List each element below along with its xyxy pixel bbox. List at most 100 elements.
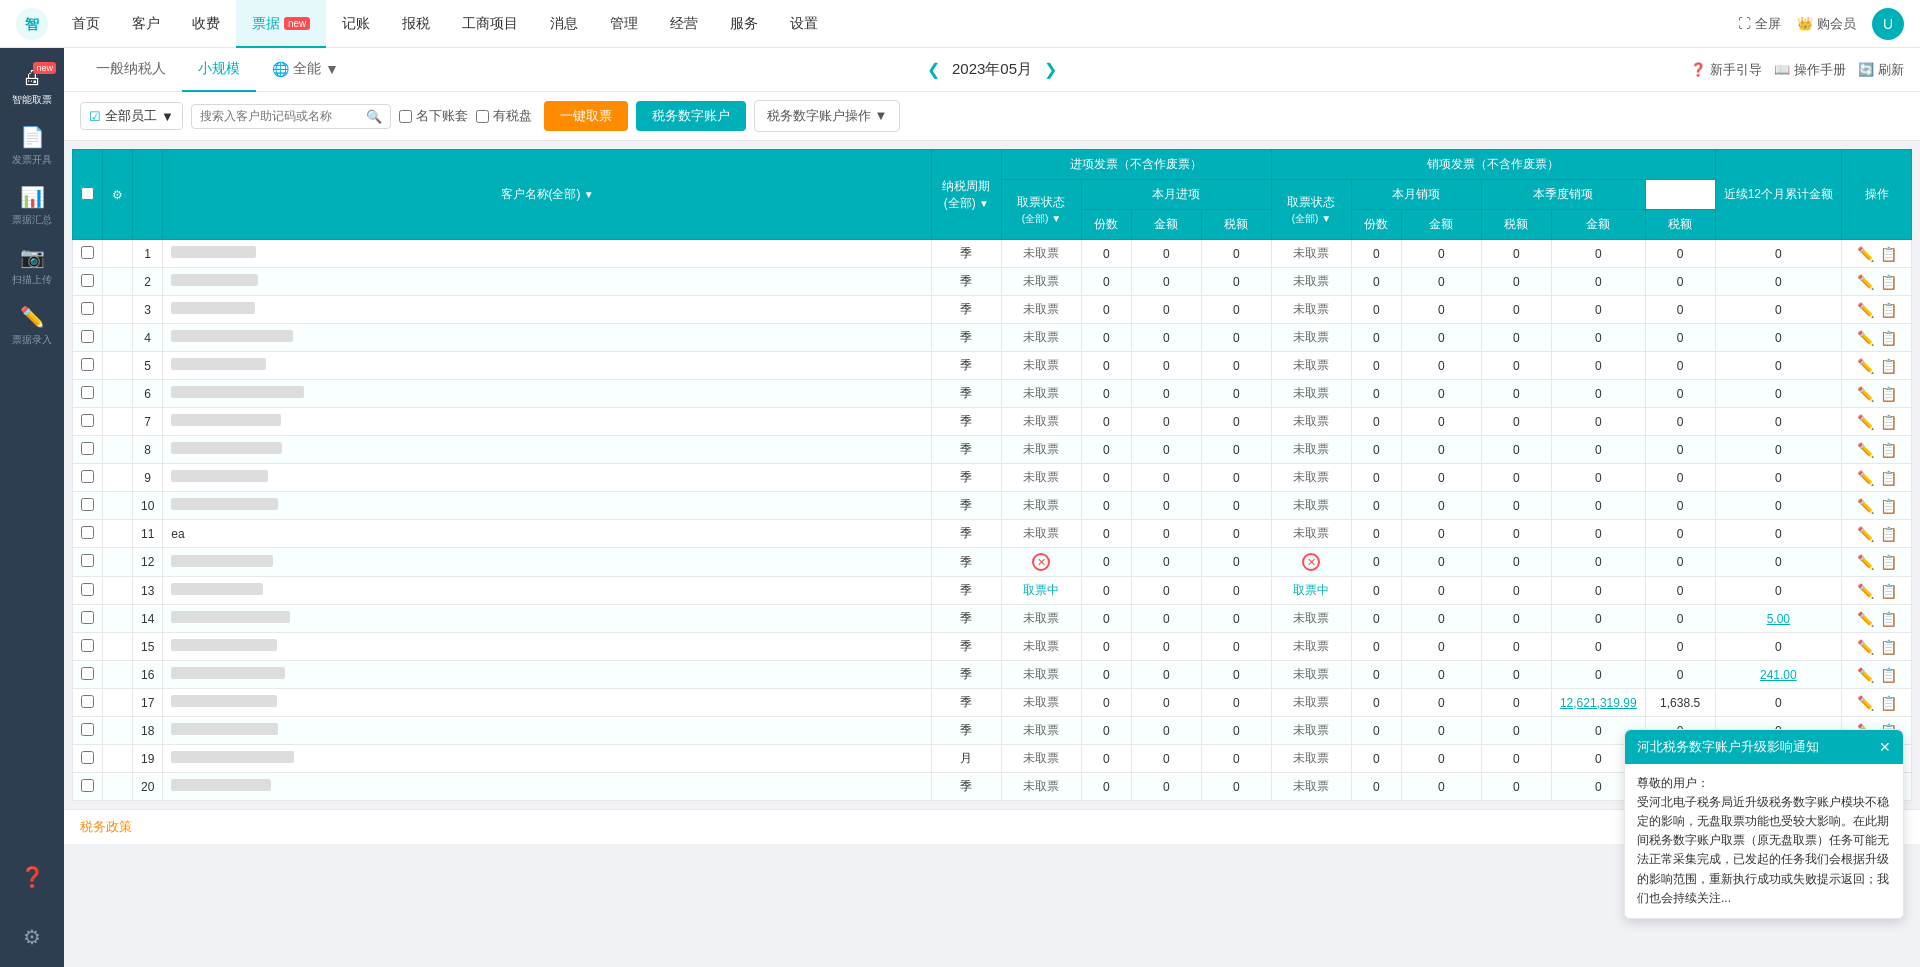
- row-checkbox[interactable]: [81, 667, 94, 680]
- sidebar-item-openinvoice[interactable]: 📄 发票开具: [0, 116, 64, 176]
- search-icon[interactable]: 🔍: [366, 109, 382, 124]
- sidebar-item-scan[interactable]: 📷 扫描上传: [0, 236, 64, 296]
- edit-icon[interactable]: ✏️: [1857, 302, 1874, 318]
- copy-icon[interactable]: 📋: [1880, 470, 1897, 486]
- copy-icon[interactable]: 📋: [1880, 274, 1897, 290]
- row-checkbox[interactable]: [81, 302, 94, 315]
- edit-icon[interactable]: ✏️: [1857, 498, 1874, 514]
- nav-manage[interactable]: 管理: [594, 0, 654, 48]
- taxdisk-checkbox[interactable]: [476, 110, 489, 123]
- row-checkbox[interactable]: [81, 330, 94, 343]
- nav-tax[interactable]: 报税: [386, 0, 446, 48]
- sidebar-item-help[interactable]: ❓: [0, 847, 64, 907]
- tab-all[interactable]: 🌐 全能 ▼: [256, 48, 355, 92]
- nav-accounting[interactable]: 记账: [326, 0, 386, 48]
- row-checkbox[interactable]: [81, 274, 94, 287]
- row-checkbox[interactable]: [81, 583, 94, 596]
- row-checkbox[interactable]: [81, 442, 94, 455]
- edit-icon[interactable]: ✏️: [1857, 274, 1874, 290]
- edit-icon[interactable]: ✏️: [1857, 611, 1874, 627]
- copy-icon[interactable]: 📋: [1880, 695, 1897, 711]
- refresh-btn[interactable]: 🔄 刷新: [1858, 61, 1904, 79]
- copy-icon[interactable]: 📋: [1880, 498, 1897, 514]
- copy-icon[interactable]: 📋: [1880, 611, 1897, 627]
- sidebar-item-summary[interactable]: 📊 票据汇总: [0, 176, 64, 236]
- notif-close-btn[interactable]: ✕: [1879, 739, 1891, 755]
- edit-icon[interactable]: ✏️: [1857, 667, 1874, 683]
- row-checkbox[interactable]: [81, 611, 94, 624]
- nav-invoice[interactable]: 票据 new: [236, 0, 326, 48]
- row-checkbox[interactable]: [81, 779, 94, 792]
- nav-business[interactable]: 工商项目: [446, 0, 534, 48]
- ledger-checkbox[interactable]: [399, 110, 412, 123]
- tax-policy-link[interactable]: 税务政策: [80, 818, 132, 836]
- tab-small-scale[interactable]: 小规模: [182, 48, 256, 92]
- row-checkbox[interactable]: [81, 639, 94, 652]
- digital-account-op-btn[interactable]: 税务数字账户操作 ▼: [754, 100, 900, 132]
- select-all-checkbox[interactable]: [81, 187, 94, 200]
- edit-icon[interactable]: ✏️: [1857, 695, 1874, 711]
- copy-icon[interactable]: 📋: [1880, 358, 1897, 374]
- edit-icon[interactable]: ✏️: [1857, 526, 1874, 542]
- edit-icon[interactable]: ✏️: [1857, 330, 1874, 346]
- copy-icon[interactable]: 📋: [1880, 330, 1897, 346]
- copy-icon[interactable]: 📋: [1880, 414, 1897, 430]
- sidebar-item-settings[interactable]: ⚙: [0, 907, 64, 967]
- copy-icon[interactable]: 📋: [1880, 667, 1897, 683]
- edit-icon[interactable]: ✏️: [1857, 470, 1874, 486]
- edit-icon[interactable]: ✏️: [1857, 639, 1874, 655]
- ledger-checkbox-label[interactable]: 名下账套: [399, 107, 468, 125]
- edit-icon[interactable]: ✏️: [1857, 414, 1874, 430]
- copy-icon[interactable]: 📋: [1880, 554, 1897, 570]
- copy-icon[interactable]: 📋: [1880, 639, 1897, 655]
- sidebar-item-smartticket[interactable]: 🖨 智能取票 new: [0, 56, 64, 116]
- copy-icon[interactable]: 📋: [1880, 246, 1897, 262]
- search-input[interactable]: [200, 109, 366, 123]
- taxdisk-checkbox-label[interactable]: 有税盘: [476, 107, 532, 125]
- edit-icon[interactable]: ✏️: [1857, 358, 1874, 374]
- row-checkbox[interactable]: [81, 695, 94, 708]
- manual-btn[interactable]: 📖 操作手册: [1774, 61, 1846, 79]
- digital-account-btn[interactable]: 税务数字账户: [636, 101, 746, 131]
- copy-icon[interactable]: 📋: [1880, 302, 1897, 318]
- employee-select[interactable]: ☑ 全部员工 ▼: [80, 102, 183, 130]
- copy-icon[interactable]: 📋: [1880, 386, 1897, 402]
- income-header: 进项发票（不含作废票）: [1001, 150, 1271, 180]
- nav-service[interactable]: 服务: [714, 0, 774, 48]
- nav-operation[interactable]: 经营: [654, 0, 714, 48]
- fullscreen-btn[interactable]: ⛶ 全屏: [1738, 15, 1781, 33]
- tab-general-taxpayer[interactable]: 一般纳税人: [80, 48, 182, 92]
- row-checkbox[interactable]: [81, 414, 94, 427]
- row-checkbox[interactable]: [81, 723, 94, 736]
- row-checkbox[interactable]: [81, 470, 94, 483]
- copy-icon[interactable]: 📋: [1880, 442, 1897, 458]
- edit-icon[interactable]: ✏️: [1857, 583, 1874, 599]
- row-out-count: 0: [1351, 352, 1401, 380]
- edit-icon[interactable]: ✏️: [1857, 246, 1874, 262]
- nav-customer[interactable]: 客户: [116, 0, 176, 48]
- row-checkbox[interactable]: [81, 526, 94, 539]
- row-checkbox[interactable]: [81, 246, 94, 259]
- member-btn[interactable]: 👑 购会员: [1797, 15, 1856, 33]
- copy-icon[interactable]: 📋: [1880, 583, 1897, 599]
- guide-btn[interactable]: ❓ 新手引导: [1690, 61, 1762, 79]
- row-checkbox[interactable]: [81, 554, 94, 567]
- prev-month-btn[interactable]: ❮: [927, 60, 940, 79]
- nav-billing[interactable]: 收费: [176, 0, 236, 48]
- sidebar-item-entry[interactable]: ✏️ 票据录入: [0, 296, 64, 356]
- nav-home[interactable]: 首页: [56, 0, 116, 48]
- edit-icon[interactable]: ✏️: [1857, 442, 1874, 458]
- row-name: [163, 436, 932, 464]
- nav-settings[interactable]: 设置: [774, 0, 834, 48]
- next-month-btn[interactable]: ❯: [1044, 60, 1057, 79]
- edit-icon[interactable]: ✏️: [1857, 554, 1874, 570]
- row-checkbox[interactable]: [81, 751, 94, 764]
- edit-icon[interactable]: ✏️: [1857, 386, 1874, 402]
- row-checkbox[interactable]: [81, 386, 94, 399]
- nav-message[interactable]: 消息: [534, 0, 594, 48]
- row-checkbox[interactable]: [81, 498, 94, 511]
- oneclick-btn[interactable]: 一键取票: [544, 101, 628, 131]
- avatar[interactable]: U: [1872, 8, 1904, 40]
- row-checkbox[interactable]: [81, 358, 94, 371]
- copy-icon[interactable]: 📋: [1880, 526, 1897, 542]
